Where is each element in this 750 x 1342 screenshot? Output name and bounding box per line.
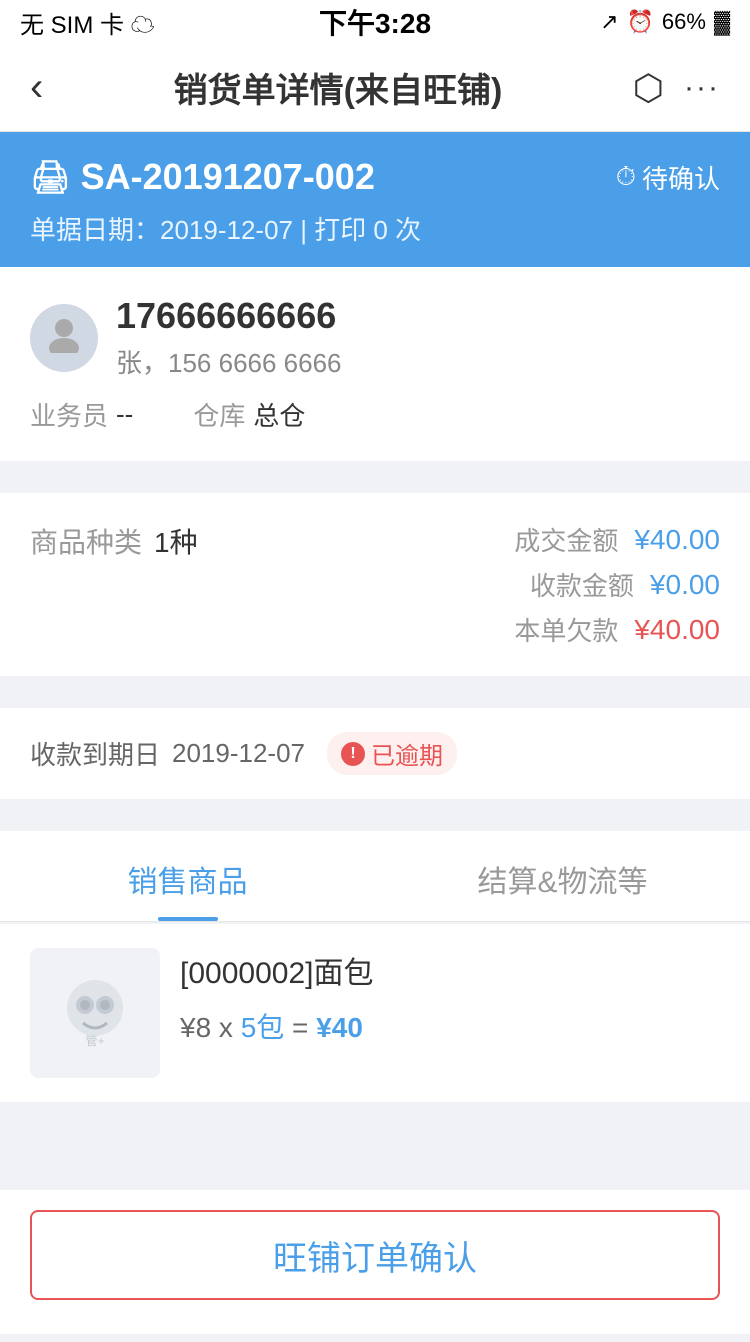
product-equals: = (284, 1012, 316, 1043)
battery-level: 66% (662, 9, 706, 35)
received-label: 收款金额 (530, 566, 634, 603)
order-status: ⏱ 待确认 (616, 159, 720, 196)
nav-bar: ‹ 销货单详情(来自旺铺) ⬡ ··· (0, 44, 750, 132)
overdue-badge: ! 已逾期 (327, 732, 457, 775)
tab-settlement-label: 结算&物流等 (477, 866, 647, 899)
tab-settlement[interactable]: 结算&物流等 (375, 831, 750, 921)
product-price-formula: ¥8 x (180, 1012, 241, 1043)
warehouse-label: 仓库 (193, 396, 245, 433)
status-bar: 无 SIM 卡 ☁ 下午3:28 ↗ ⏰ 66% ▓ (0, 0, 750, 44)
product-item: 管+ [0000002]面包 ¥8 x 5包 = ¥40 (0, 924, 750, 1102)
amount-label: 成交金额 (514, 521, 618, 558)
overdue-text: 已逾期 (371, 736, 443, 771)
product-thumbnail: 管+ (30, 948, 160, 1078)
clock-icon: ⏱ (616, 161, 636, 193)
tab-sales-products[interactable]: 销售商品 (0, 831, 375, 921)
product-thumb-logo: 管+ (55, 973, 135, 1053)
product-type-label: 商品种类 (30, 521, 142, 561)
amount-value: ¥40.00 (634, 524, 720, 556)
more-options-icon[interactable]: ··· (684, 71, 720, 105)
tab-sales-label: 销售商品 (128, 866, 248, 899)
owed-label: 本单欠款 (514, 611, 618, 648)
location-icon: ↗ (600, 9, 618, 35)
order-icon: 🖨 (30, 158, 71, 196)
overdue-icon: ! (341, 742, 365, 766)
nav-right-actions: ⬡ ··· (633, 67, 720, 109)
warehouse-info: 仓库 总仓 (193, 396, 305, 433)
tab-active-underline (158, 917, 218, 921)
received-value: ¥0.00 (650, 569, 720, 601)
warehouse-value: 总仓 (253, 396, 305, 433)
due-date-label: 收款到期日 (30, 735, 160, 772)
sales-value: -- (116, 399, 133, 430)
received-row: 收款金额 ¥0.00 (530, 566, 720, 603)
status-bar-time: 下午3:28 (319, 2, 431, 42)
summary-section: 商品种类 1种 成交金额 ¥40.00 收款金额 ¥0.00 本单欠款 ¥40.… (0, 493, 750, 676)
share-icon[interactable]: ⬡ (633, 67, 664, 109)
page-title: 销货单详情(来自旺铺) (174, 63, 503, 112)
product-details: [0000002]面包 ¥8 x 5包 = ¥40 (180, 948, 720, 1046)
owed-value: ¥40.00 (634, 614, 720, 646)
due-date-value: 2019-12-07 (172, 738, 305, 769)
order-id-text: SA-20191207-002 (81, 156, 375, 198)
customer-section: 17666666666 张，156 6666 6666 业务员 -- 仓库 总仓 (0, 267, 750, 461)
product-type-value: 1种 (154, 521, 198, 561)
battery-icon: ▓ (714, 9, 730, 35)
customer-avatar (30, 304, 98, 372)
svg-text:管+: 管+ (85, 1033, 104, 1048)
back-button[interactable]: ‹ (30, 65, 43, 110)
order-header-banner: 🖨 SA-20191207-002 ⏱ 待确认 单据日期：2019-12-07 … (0, 132, 750, 267)
customer-sub-info: 张，156 6666 6666 (116, 343, 342, 380)
order-date: 单据日期：2019-12-07 | 打印 0 次 (30, 210, 720, 247)
amount-row: 成交金额 ¥40.00 (514, 521, 720, 558)
customer-phone: 17666666666 (116, 295, 342, 337)
product-price-row: ¥8 x 5包 = ¥40 (180, 1006, 720, 1046)
alarm-icon: ⏰ (627, 9, 654, 35)
tabs-section: 销售商品 结算&物流等 (0, 831, 750, 922)
confirm-button[interactable]: 旺铺订单确认 (30, 1210, 720, 1300)
product-qty: 5包 (241, 1012, 285, 1043)
divider-1 (0, 461, 750, 477)
divider-2 (0, 676, 750, 692)
order-status-text: 待确认 (642, 159, 720, 196)
status-bar-right: ↗ ⏰ 66% ▓ (600, 9, 730, 35)
order-id: 🖨 SA-20191207-002 (30, 156, 375, 198)
product-name: [0000002]面包 (180, 948, 720, 992)
product-total: ¥40 (316, 1012, 363, 1043)
product-type-row: 商品种类 1种 (30, 521, 198, 561)
avatar-icon (44, 313, 84, 362)
sim-status: 无 SIM 卡 ☁ (20, 5, 155, 40)
sales-person-info: 业务员 -- (30, 396, 133, 433)
owed-row: 本单欠款 ¥40.00 (514, 611, 720, 648)
status-bar-left: 无 SIM 卡 ☁ (20, 5, 155, 40)
confirm-button-label: 旺铺订单确认 (273, 1231, 477, 1280)
sales-label: 业务员 (30, 396, 108, 433)
bottom-section: 旺铺订单确认 (0, 1190, 750, 1334)
due-date-section: 收款到期日 2019-12-07 ! 已逾期 (0, 708, 750, 799)
divider-3 (0, 799, 750, 815)
